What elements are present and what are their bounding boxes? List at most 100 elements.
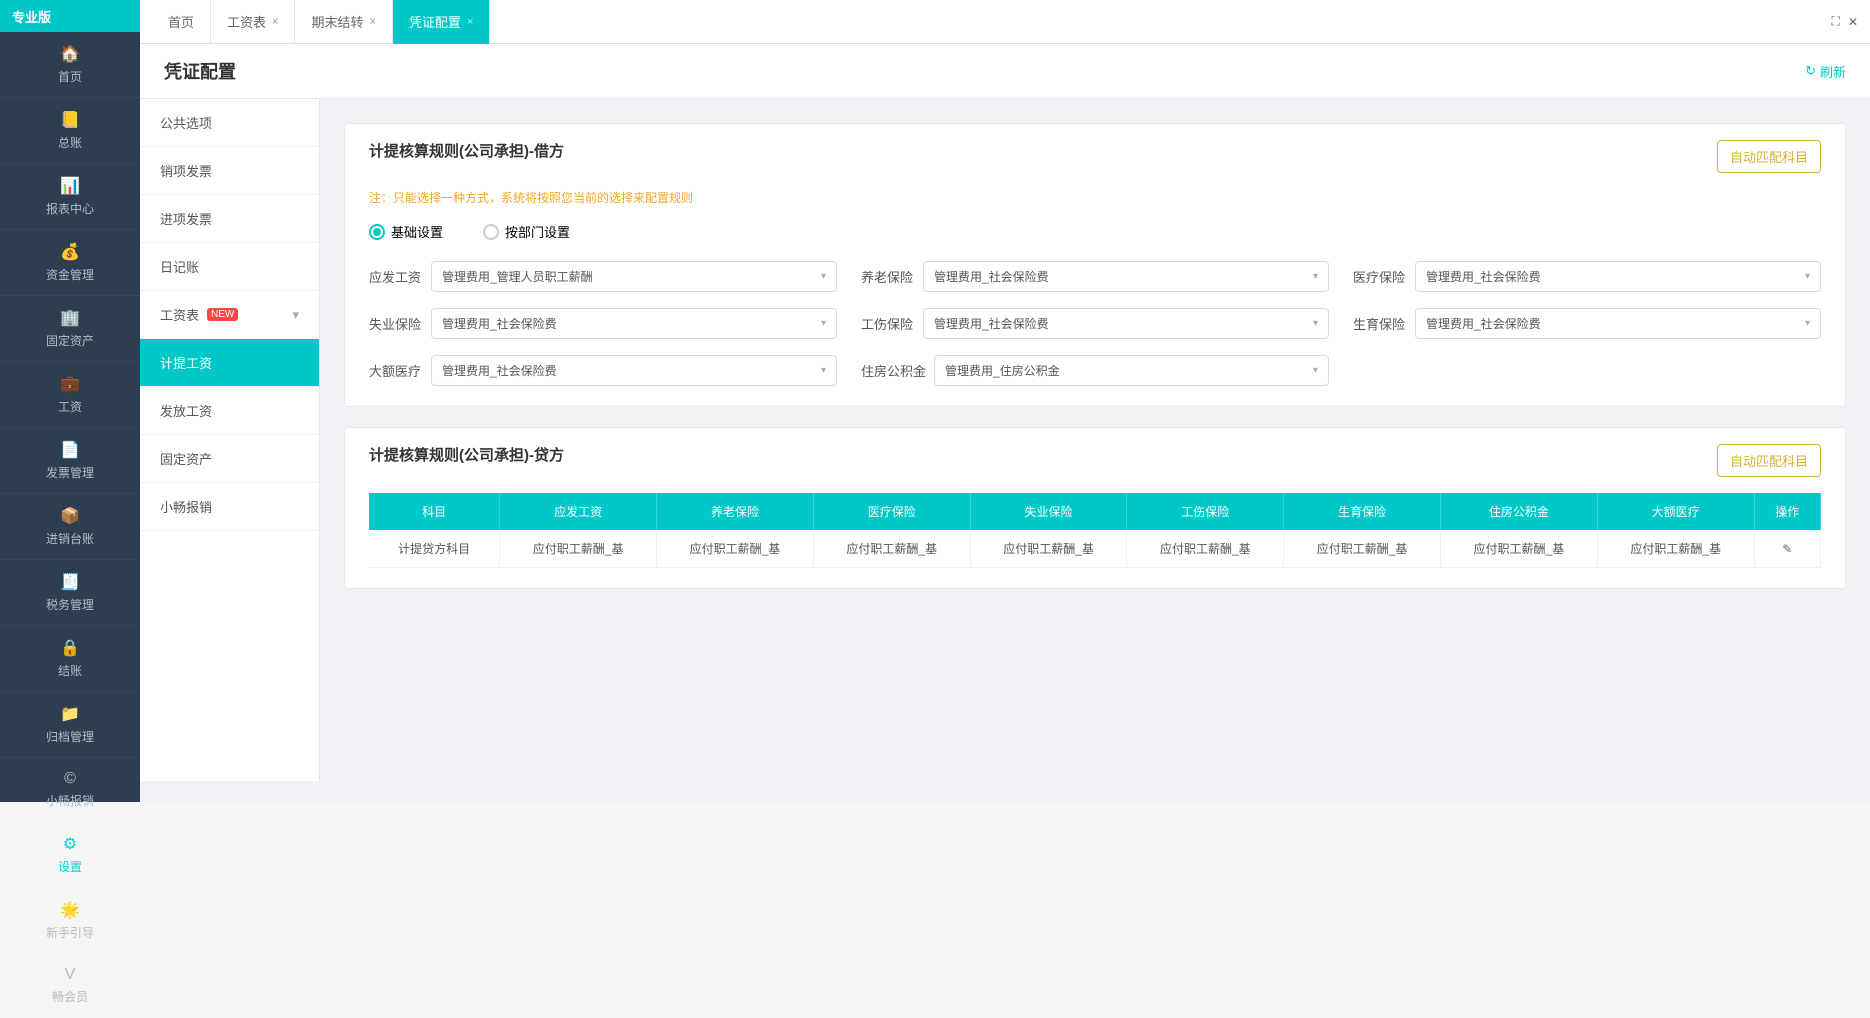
chevron-down-icon: ▾ (821, 365, 826, 376)
nav-item-purchase-invoice[interactable]: 进项发票 (140, 195, 319, 243)
section-debit-title: 计提核算规则(公司承担)-借方 (369, 140, 564, 173)
sidebar-item-label: 总账 (58, 134, 82, 151)
sidebar-item-trade[interactable]: 📦 进销台账 (0, 494, 140, 560)
sidebar: 专业版 🏠 首页 📒 总账 📊 报表中心 💰 资金管理 🏢 固定资产 💼 工资 … (0, 0, 140, 802)
tab-close-voucher[interactable]: × (467, 16, 473, 28)
sidebar-item-salary[interactable]: 💼 工资 (0, 362, 140, 428)
sidebar-item-home[interactable]: 🏠 首页 (0, 32, 140, 98)
sidebar-item-member[interactable]: V 畅会员 (0, 954, 140, 1018)
debit-note: 注：只能选择一种方式，系统将按照您当前的选择来配置规则 (369, 189, 1821, 206)
field-maternity-label: 生育保险 (1353, 314, 1407, 333)
tab-close-period[interactable]: × (369, 16, 375, 28)
col-injury: 工伤保险 (1127, 493, 1284, 530)
auto-match-debit-button[interactable]: 自动匹配科目 (1717, 140, 1821, 173)
archive-icon: 📁 (60, 704, 80, 724)
expand-icon: ▾ (292, 307, 299, 323)
field-injury-select[interactable]: 管理费用_社会保险费 ▾ (923, 308, 1329, 339)
sidebar-item-label: 小畅报销 (46, 792, 94, 809)
section-credit-header: 计提核算规则(公司承担)-贷方 自动匹配科目 (345, 428, 1845, 477)
nav-item-journal[interactable]: 日记账 (140, 243, 319, 291)
field-big-medical-select[interactable]: 管理费用_社会保险费 ▾ (431, 355, 837, 386)
sidebar-item-report[interactable]: 📊 报表中心 (0, 164, 140, 230)
field-pension-label: 养老保险 (861, 267, 915, 286)
cell-unemployment: 应付职工薪酬_基 (970, 530, 1127, 568)
debit-fields-grid: 应发工资 管理费用_管理人员职工薪酬 ▾ 养老保险 管理费用_社会保险费 (369, 261, 1821, 386)
cell-subject: 计提贷方科目 (369, 530, 500, 568)
sidebar-item-label: 设置 (58, 858, 82, 875)
section-credit-body: 科目 应发工资 养老保险 医疗保险 失业保险 工伤保险 生育保险 住房公积金 大… (345, 477, 1845, 588)
field-salary: 应发工资 管理费用_管理人员职工薪酬 ▾ (369, 261, 837, 292)
field-unemployment-label: 失业保险 (369, 314, 423, 333)
trade-icon: 📦 (60, 506, 80, 526)
tab-home[interactable]: 首页 (152, 0, 211, 44)
field-pension-select[interactable]: 管理费用_社会保险费 ▾ (923, 261, 1329, 292)
page-content: 凭证配置 ↻ 刷新 公共选项 销项发票 进项发票 日记账 (140, 44, 1870, 802)
cell-big-medical: 应付职工薪酬_基 (1597, 530, 1754, 568)
report-icon: 📊 (60, 176, 80, 196)
tab-close-salary[interactable]: × (272, 16, 278, 28)
field-pension: 养老保险 管理费用_社会保险费 ▾ (861, 261, 1329, 292)
page-title: 凭证配置 (164, 58, 236, 84)
content-wrapper: 公共选项 销项发票 进项发票 日记账 工资表 NEW ▾ 计提工资 (140, 99, 1870, 781)
nav-item-pay-salary[interactable]: 发放工资 (140, 387, 319, 435)
field-big-medical-label: 大额医疗 (369, 361, 423, 380)
left-nav: 公共选项 销项发票 进项发票 日记账 工资表 NEW ▾ 计提工资 (140, 99, 320, 781)
field-maternity: 生育保险 管理费用_社会保险费 ▾ (1353, 308, 1821, 339)
sidebar-item-ledger[interactable]: 📒 总账 (0, 98, 140, 164)
sidebar-item-settings[interactable]: ⚙ 设置 (0, 822, 140, 888)
radio-basic[interactable]: 基础设置 (369, 222, 443, 241)
maximize-icon[interactable]: ⛶ (1832, 14, 1840, 29)
new-badge: NEW (207, 308, 238, 321)
sidebar-item-asset[interactable]: 🏢 固定资产 (0, 296, 140, 362)
field-unemployment-select[interactable]: 管理费用_社会保险费 ▾ (431, 308, 837, 339)
refresh-button[interactable]: ↻ 刷新 (1805, 62, 1846, 81)
radio-dept[interactable]: 按部门设置 (483, 222, 570, 241)
nav-item-public[interactable]: 公共选项 (140, 99, 319, 147)
credit-table: 科目 应发工资 养老保险 医疗保险 失业保险 工伤保险 生育保险 住房公积金 大… (369, 493, 1821, 568)
tab-voucher-config[interactable]: 凭证配置 × (393, 0, 490, 44)
main-area: 首页 工资表 × 期末结转 × 凭证配置 × ⛶ ✕ 凭证配置 ↻ 刷新 (140, 0, 1870, 802)
field-salary-select[interactable]: 管理费用_管理人员职工薪酬 ▾ (431, 261, 837, 292)
field-medical-select[interactable]: 管理费用_社会保险费 ▾ (1415, 261, 1821, 292)
field-unemployment: 失业保险 管理费用_社会保险费 ▾ (369, 308, 837, 339)
edit-icon[interactable]: ✎ (1782, 542, 1792, 556)
section-debit: 计提核算规则(公司承担)-借方 自动匹配科目 注：只能选择一种方式，系统将按照您… (344, 123, 1846, 407)
nav-item-xiaochang[interactable]: 小畅报销 (140, 483, 319, 531)
radio-dept-circle (483, 224, 499, 240)
window-controls: ⛶ ✕ (1832, 14, 1858, 29)
refresh-icon: ↻ (1805, 63, 1816, 79)
section-debit-header: 计提核算规则(公司承担)-借方 自动匹配科目 (345, 124, 1845, 173)
cell-maternity: 应付职工薪酬_基 (1284, 530, 1441, 568)
fund-icon: 💰 (60, 242, 80, 262)
settings-icon: ⚙ (63, 834, 77, 854)
col-action: 操作 (1754, 493, 1820, 530)
chevron-down-icon: ▾ (1313, 365, 1318, 376)
sidebar-item-tax[interactable]: 🧾 税务管理 (0, 560, 140, 626)
close-window-icon[interactable]: ✕ (1848, 15, 1858, 29)
tab-period-close[interactable]: 期末结转 × (295, 0, 392, 44)
field-maternity-select[interactable]: 管理费用_社会保险费 ▾ (1415, 308, 1821, 339)
nav-item-sales-invoice[interactable]: 销项发票 (140, 147, 319, 195)
sidebar-item-label: 报表中心 (46, 200, 94, 217)
field-housing-select[interactable]: 管理费用_住房公积金 ▾ (934, 355, 1329, 386)
field-medical-label: 医疗保险 (1353, 267, 1407, 286)
col-subject: 科目 (369, 493, 500, 530)
sidebar-item-fund[interactable]: 💰 资金管理 (0, 230, 140, 296)
sidebar-item-archive[interactable]: 📁 归档管理 (0, 692, 140, 758)
sidebar-item-label: 归档管理 (46, 728, 94, 745)
chevron-down-icon: ▾ (821, 271, 826, 282)
field-housing-label: 住房公积金 (861, 361, 926, 380)
section-credit-title: 计提核算规则(公司承担)-贷方 (369, 444, 564, 477)
nav-item-fixed-asset[interactable]: 固定资产 (140, 435, 319, 483)
nav-item-salary-table[interactable]: 工资表 NEW ▾ (140, 291, 319, 339)
sidebar-item-guide[interactable]: 🌟 新手引导 (0, 888, 140, 954)
chevron-down-icon: ▾ (821, 318, 826, 329)
sidebar-item-expense[interactable]: © 小畅报销 (0, 758, 140, 822)
cell-action[interactable]: ✎ (1754, 530, 1820, 568)
invoice-icon: 📄 (60, 440, 80, 460)
auto-match-credit-button[interactable]: 自动匹配科目 (1717, 444, 1821, 477)
nav-item-accrual-salary[interactable]: 计提工资 (140, 339, 319, 387)
sidebar-item-close[interactable]: 🔒 结账 (0, 626, 140, 692)
tab-salary-table[interactable]: 工资表 × (211, 0, 295, 44)
sidebar-item-invoice[interactable]: 📄 发票管理 (0, 428, 140, 494)
